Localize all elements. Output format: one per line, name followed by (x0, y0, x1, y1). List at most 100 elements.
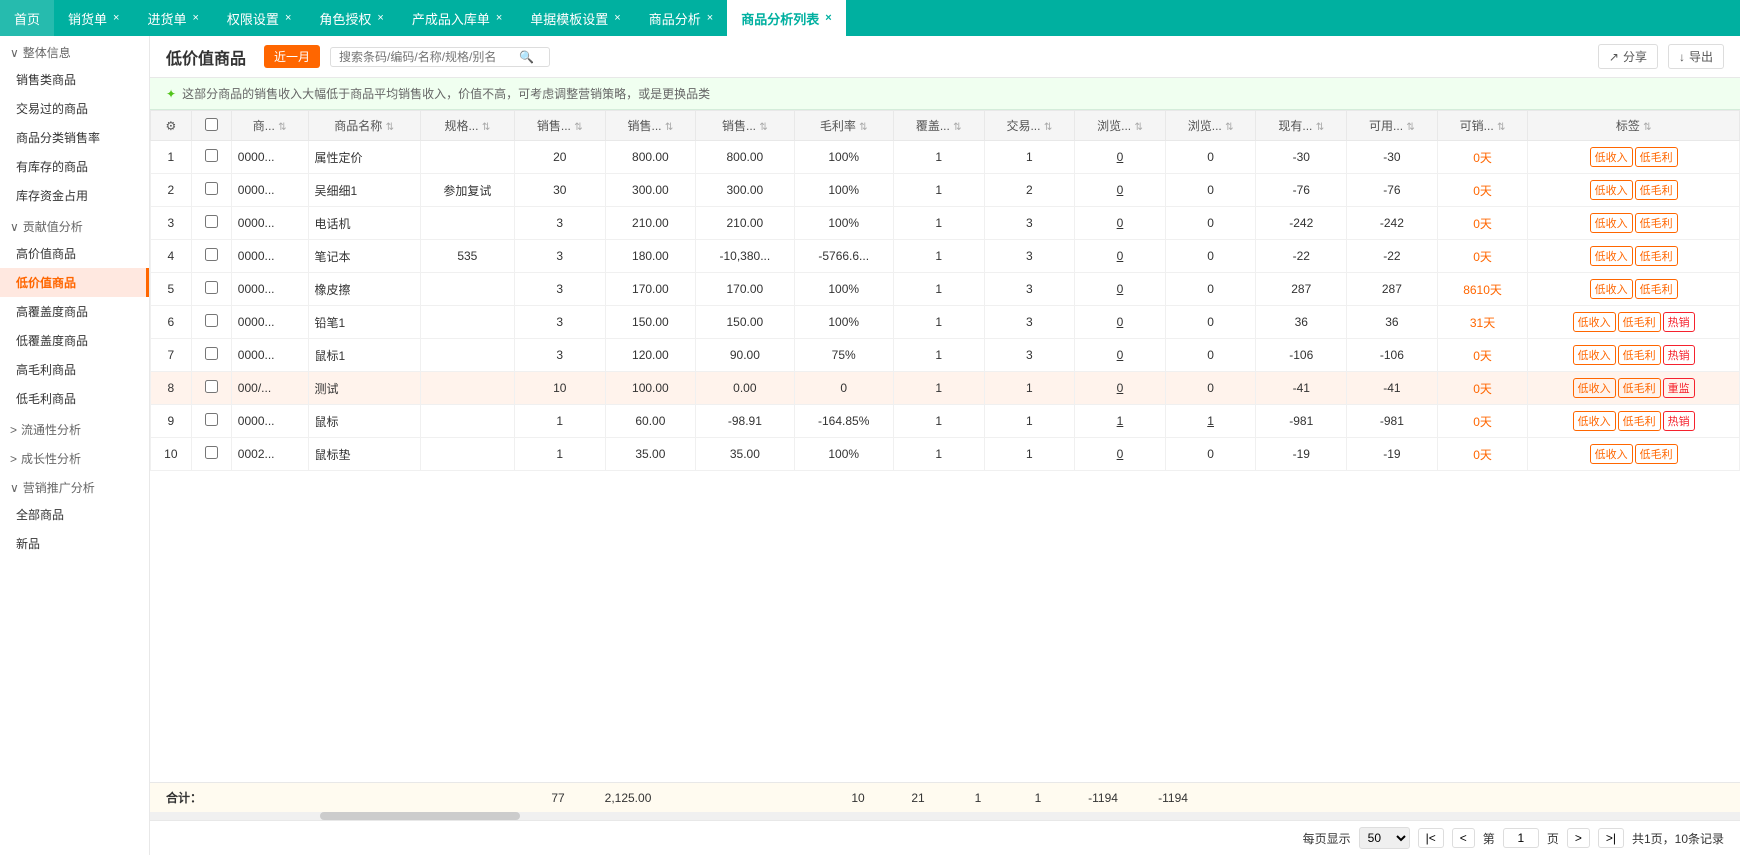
sidebar-item-low-margin[interactable]: 低毛利商品 (0, 384, 149, 413)
sidebar-item-low-value[interactable]: 低价值商品 (0, 268, 149, 297)
row-select-checkbox[interactable] (205, 215, 218, 228)
nav-goods-analysis[interactable]: 商品分析 × (635, 0, 727, 36)
tag-热销: 热销 (1663, 411, 1695, 431)
last-page-btn[interactable]: >| (1598, 828, 1624, 848)
sidebar-item-stock-capital[interactable]: 库存资金占用 (0, 181, 149, 210)
row-checkbox[interactable] (191, 174, 231, 207)
browse2-link[interactable]: 0 (1117, 381, 1124, 395)
row-checkbox[interactable] (191, 372, 231, 405)
col-settings[interactable]: ⚙ (151, 111, 192, 141)
close-roles-icon[interactable]: × (377, 12, 383, 24)
col-sales1[interactable]: 销售... ⇅ (514, 111, 605, 141)
nav-sales[interactable]: 销货单 × (54, 0, 133, 36)
browse2-link[interactable]: 0 (1117, 348, 1124, 362)
row-coverage: 1 (893, 306, 984, 339)
col-transaction[interactable]: 交易... ⇅ (984, 111, 1075, 141)
row-select-checkbox[interactable] (205, 413, 218, 426)
tag-重监: 重监 (1663, 378, 1695, 398)
sidebar-item-traded-goods[interactable]: 交易过的商品 (0, 94, 149, 123)
prev-page-btn[interactable]: < (1452, 828, 1475, 848)
row-checkbox[interactable] (191, 141, 231, 174)
row-checkbox[interactable] (191, 273, 231, 306)
nav-template[interactable]: 单据模板设置 × (516, 0, 634, 36)
row-checkbox[interactable] (191, 240, 231, 273)
nav-purchase[interactable]: 进货单 × (133, 0, 212, 36)
first-page-btn[interactable]: |< (1418, 828, 1444, 848)
sidebar-item-high-coverage[interactable]: 高覆盖度商品 (0, 297, 149, 326)
row-select-checkbox[interactable] (205, 347, 218, 360)
sidebar-item-sales-goods[interactable]: 销售类商品 (0, 65, 149, 94)
search-icon[interactable]: 🔍 (519, 50, 534, 64)
browse2-link[interactable]: 0 (1117, 183, 1124, 197)
col-browse2[interactable]: 浏览... ⇅ (1165, 111, 1256, 141)
nav-roles[interactable]: 角色授权 × (305, 0, 397, 36)
browse1-link[interactable]: 1 (1207, 414, 1214, 428)
row-select-checkbox[interactable] (205, 446, 218, 459)
close-goods-analysis-list-icon[interactable]: × (825, 12, 831, 24)
sidebar-item-stock-goods[interactable]: 有库存的商品 (0, 152, 149, 181)
browse2-link[interactable]: 0 (1117, 282, 1124, 296)
col-gross-rate[interactable]: 毛利率 ⇅ (794, 111, 893, 141)
col-current[interactable]: 现有... ⇅ (1256, 111, 1347, 141)
browse2-link[interactable]: 0 (1117, 249, 1124, 263)
row-checkbox[interactable] (191, 438, 231, 471)
close-purchase-icon[interactable]: × (192, 12, 198, 24)
row-checkbox[interactable] (191, 405, 231, 438)
select-all-checkbox[interactable] (205, 118, 218, 131)
sidebar-item-all-goods[interactable]: 全部商品 (0, 500, 149, 529)
nav-goods-analysis-list[interactable]: 商品分析列表 × (727, 0, 845, 36)
close-sales-icon[interactable]: × (113, 12, 119, 24)
browse2-link[interactable]: 1 (1117, 414, 1124, 428)
sidebar-group-contribution[interactable]: ∨ 贡献值分析 (0, 210, 149, 239)
col-checkbox[interactable] (191, 111, 231, 141)
sidebar-group-overall[interactable]: ∨ 整体信息 (0, 36, 149, 65)
scrollbar-area[interactable] (150, 812, 1740, 820)
browse2-link[interactable]: 0 (1117, 216, 1124, 230)
row-checkbox[interactable] (191, 339, 231, 372)
row-select-checkbox[interactable] (205, 182, 218, 195)
row-select-checkbox[interactable] (205, 248, 218, 261)
close-goods-analysis-icon[interactable]: × (707, 12, 713, 24)
sidebar-item-high-value[interactable]: 高价值商品 (0, 239, 149, 268)
row-select-checkbox[interactable] (205, 380, 218, 393)
col-browse1[interactable]: 浏览... ⇅ (1075, 111, 1166, 141)
col-code[interactable]: 商... ⇅ (231, 111, 308, 141)
next-page-btn[interactable]: > (1567, 828, 1590, 848)
row-select-checkbox[interactable] (205, 149, 218, 162)
sidebar-group-growth[interactable]: > 成长性分析 (0, 442, 149, 471)
search-input[interactable] (339, 50, 519, 64)
page-input[interactable] (1503, 828, 1539, 848)
browse2-link[interactable]: 0 (1117, 315, 1124, 329)
col-available[interactable]: 可用... ⇅ (1347, 111, 1438, 141)
share-button[interactable]: ↗ 分享 (1598, 44, 1658, 69)
col-sellable[interactable]: 可销... ⇅ (1437, 111, 1528, 141)
col-name[interactable]: 商品名称 ⇅ (308, 111, 420, 141)
close-warehouse-icon[interactable]: × (496, 12, 502, 24)
col-spec[interactable]: 规格... ⇅ (420, 111, 514, 141)
browse2-link[interactable]: 0 (1117, 447, 1124, 461)
sidebar-item-category-rate[interactable]: 商品分类销售率 (0, 123, 149, 152)
close-permissions-icon[interactable]: × (285, 12, 291, 24)
row-checkbox[interactable] (191, 207, 231, 240)
per-page-select[interactable]: 50 100 200 (1359, 827, 1410, 849)
col-tags[interactable]: 标签 ⇅ (1528, 111, 1740, 141)
col-sales2[interactable]: 销售... ⇅ (605, 111, 696, 141)
row-select-checkbox[interactable] (205, 314, 218, 327)
sidebar-item-high-margin[interactable]: 高毛利商品 (0, 355, 149, 384)
nav-warehouse[interactable]: 产成品入库单 × (398, 0, 516, 36)
row-checkbox[interactable] (191, 306, 231, 339)
export-button[interactable]: ↓ 导出 (1668, 44, 1724, 69)
sidebar-item-low-coverage[interactable]: 低覆盖度商品 (0, 326, 149, 355)
col-sales3[interactable]: 销售... ⇅ (696, 111, 794, 141)
sidebar-item-new-goods[interactable]: 新品 (0, 529, 149, 558)
sidebar-group-marketing[interactable]: ∨ 营销推广分析 (0, 471, 149, 500)
scrollbar-thumb[interactable] (320, 812, 520, 820)
sidebar-group-flow[interactable]: > 流通性分析 (0, 413, 149, 442)
date-filter-btn[interactable]: 近一月 (264, 45, 320, 68)
nav-permissions[interactable]: 权限设置 × (213, 0, 305, 36)
nav-home[interactable]: 首页 (0, 0, 54, 36)
row-select-checkbox[interactable] (205, 281, 218, 294)
browse2-link[interactable]: 0 (1117, 150, 1124, 164)
col-coverage[interactable]: 覆盖... ⇅ (893, 111, 984, 141)
close-template-icon[interactable]: × (614, 12, 620, 24)
